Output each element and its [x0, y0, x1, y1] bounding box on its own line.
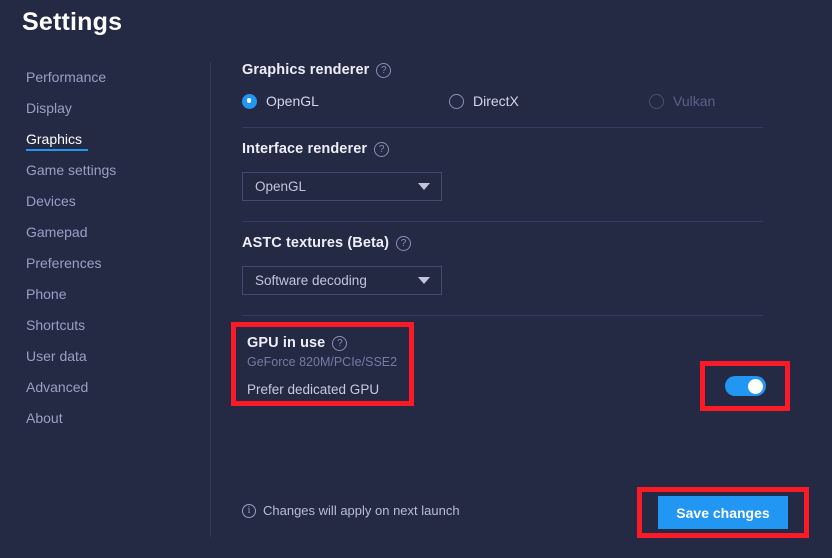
- graphics-renderer-section: Graphics renderer ? OpenGL DirectX Vulka…: [242, 62, 763, 128]
- sidebar-item-phone[interactable]: Phone: [0, 279, 210, 310]
- astc-textures-label: ASTC textures (Beta): [242, 235, 390, 251]
- radio-directx[interactable]: DirectX: [449, 93, 649, 109]
- sidebar-item-performance[interactable]: Performance: [0, 62, 210, 93]
- radio-label: OpenGL: [266, 93, 319, 109]
- interface-renderer-label: Interface renderer: [242, 141, 368, 157]
- footer-note-text: Changes will apply on next launch: [263, 503, 460, 518]
- sidebar-item-label: Gamepad: [26, 224, 88, 240]
- sidebar-item-label: Shortcuts: [26, 317, 86, 333]
- gpu-model-value: GeForce 820M/PCIe/SSE2: [247, 355, 398, 369]
- sidebar-item-user-data[interactable]: User data: [0, 341, 210, 372]
- footer-note: i Changes will apply on next launch: [242, 503, 460, 518]
- dropdown-value: Software decoding: [255, 273, 367, 288]
- prefer-dedicated-gpu-label: Prefer dedicated GPU: [247, 382, 380, 397]
- dropdown-value: OpenGL: [255, 179, 307, 194]
- section-divider: [242, 127, 763, 128]
- interface-renderer-section: Interface renderer ? OpenGL: [242, 141, 763, 222]
- toggle-knob: [748, 378, 763, 394]
- sidebar-item-label: Display: [26, 100, 72, 116]
- gpu-in-use-highlight-box: GPU in use ? GeForce 820M/PCIe/SSE2 Pref…: [231, 322, 414, 406]
- radio-mark-icon: [449, 93, 464, 109]
- save-changes-highlight-box: Save changes: [637, 487, 809, 538]
- save-changes-button[interactable]: Save changes: [658, 496, 788, 529]
- help-circle-icon[interactable]: ?: [374, 141, 390, 157]
- info-circle-icon: i: [242, 503, 256, 518]
- sidebar-item-label: Preferences: [26, 255, 102, 271]
- help-circle-icon[interactable]: ?: [376, 62, 392, 78]
- sidebar-item-preferences[interactable]: Preferences: [0, 248, 210, 279]
- chevron-down-icon: [418, 277, 430, 284]
- prefer-dedicated-gpu-highlight-box: [700, 361, 790, 411]
- sidebar-item-label: Devices: [26, 193, 76, 209]
- settings-content-panel: Graphics renderer ? OpenGL DirectX Vulka…: [231, 0, 832, 558]
- astc-textures-section: ASTC textures (Beta) ? Software decoding: [242, 235, 763, 316]
- sidebar-item-label: User data: [26, 348, 87, 364]
- sidebar-item-shortcuts[interactable]: Shortcuts: [0, 310, 210, 341]
- section-divider: [242, 315, 763, 316]
- sidebar-item-label: About: [26, 410, 63, 426]
- radio-mark-icon: [242, 93, 257, 109]
- interface-renderer-dropdown[interactable]: OpenGL: [242, 172, 442, 201]
- sidebar-item-graphics[interactable]: Graphics: [0, 124, 210, 155]
- help-circle-icon[interactable]: ?: [396, 235, 412, 251]
- graphics-renderer-radio-group: OpenGL DirectX Vulkan: [242, 93, 763, 109]
- radio-label: DirectX: [473, 93, 519, 109]
- chevron-down-icon: [418, 183, 430, 190]
- sidebar-item-label: Game settings: [26, 162, 117, 178]
- page-title: Settings: [22, 8, 123, 36]
- sidebar-active-underline: [26, 149, 88, 151]
- graphics-renderer-header: Graphics renderer ?: [242, 62, 763, 78]
- radio-label: Vulkan: [673, 93, 716, 109]
- sidebar-item-label: Performance: [26, 69, 107, 85]
- sidebar-content-divider: [210, 62, 211, 537]
- interface-renderer-header: Interface renderer ?: [242, 141, 763, 157]
- graphics-renderer-label: Graphics renderer: [242, 62, 370, 78]
- radio-mark-icon: [649, 93, 664, 109]
- gpu-in-use-label: GPU in use: [247, 335, 326, 351]
- sidebar-item-about[interactable]: About: [0, 403, 210, 434]
- sidebar-item-label: Phone: [26, 286, 67, 302]
- radio-opengl[interactable]: OpenGL: [242, 93, 449, 109]
- radio-vulkan: Vulkan: [649, 93, 715, 109]
- prefer-dedicated-gpu-toggle[interactable]: [724, 376, 766, 396]
- sidebar-item-gamepad[interactable]: Gamepad: [0, 217, 210, 248]
- sidebar-item-advanced[interactable]: Advanced: [0, 372, 210, 403]
- gpu-in-use-header: GPU in use ?: [247, 335, 409, 351]
- sidebar-item-label: Graphics: [26, 131, 83, 147]
- sidebar-item-display[interactable]: Display: [0, 93, 210, 124]
- sidebar-item-devices[interactable]: Devices: [0, 186, 210, 217]
- astc-textures-dropdown[interactable]: Software decoding: [242, 266, 442, 295]
- sidebar-nav: Performance Display Graphics Game settin…: [0, 62, 210, 482]
- section-divider: [242, 221, 763, 222]
- sidebar-item-game-settings[interactable]: Game settings: [0, 155, 210, 186]
- help-circle-icon[interactable]: ?: [332, 335, 348, 351]
- astc-textures-header: ASTC textures (Beta) ?: [242, 235, 763, 251]
- sidebar-item-label: Advanced: [26, 379, 89, 395]
